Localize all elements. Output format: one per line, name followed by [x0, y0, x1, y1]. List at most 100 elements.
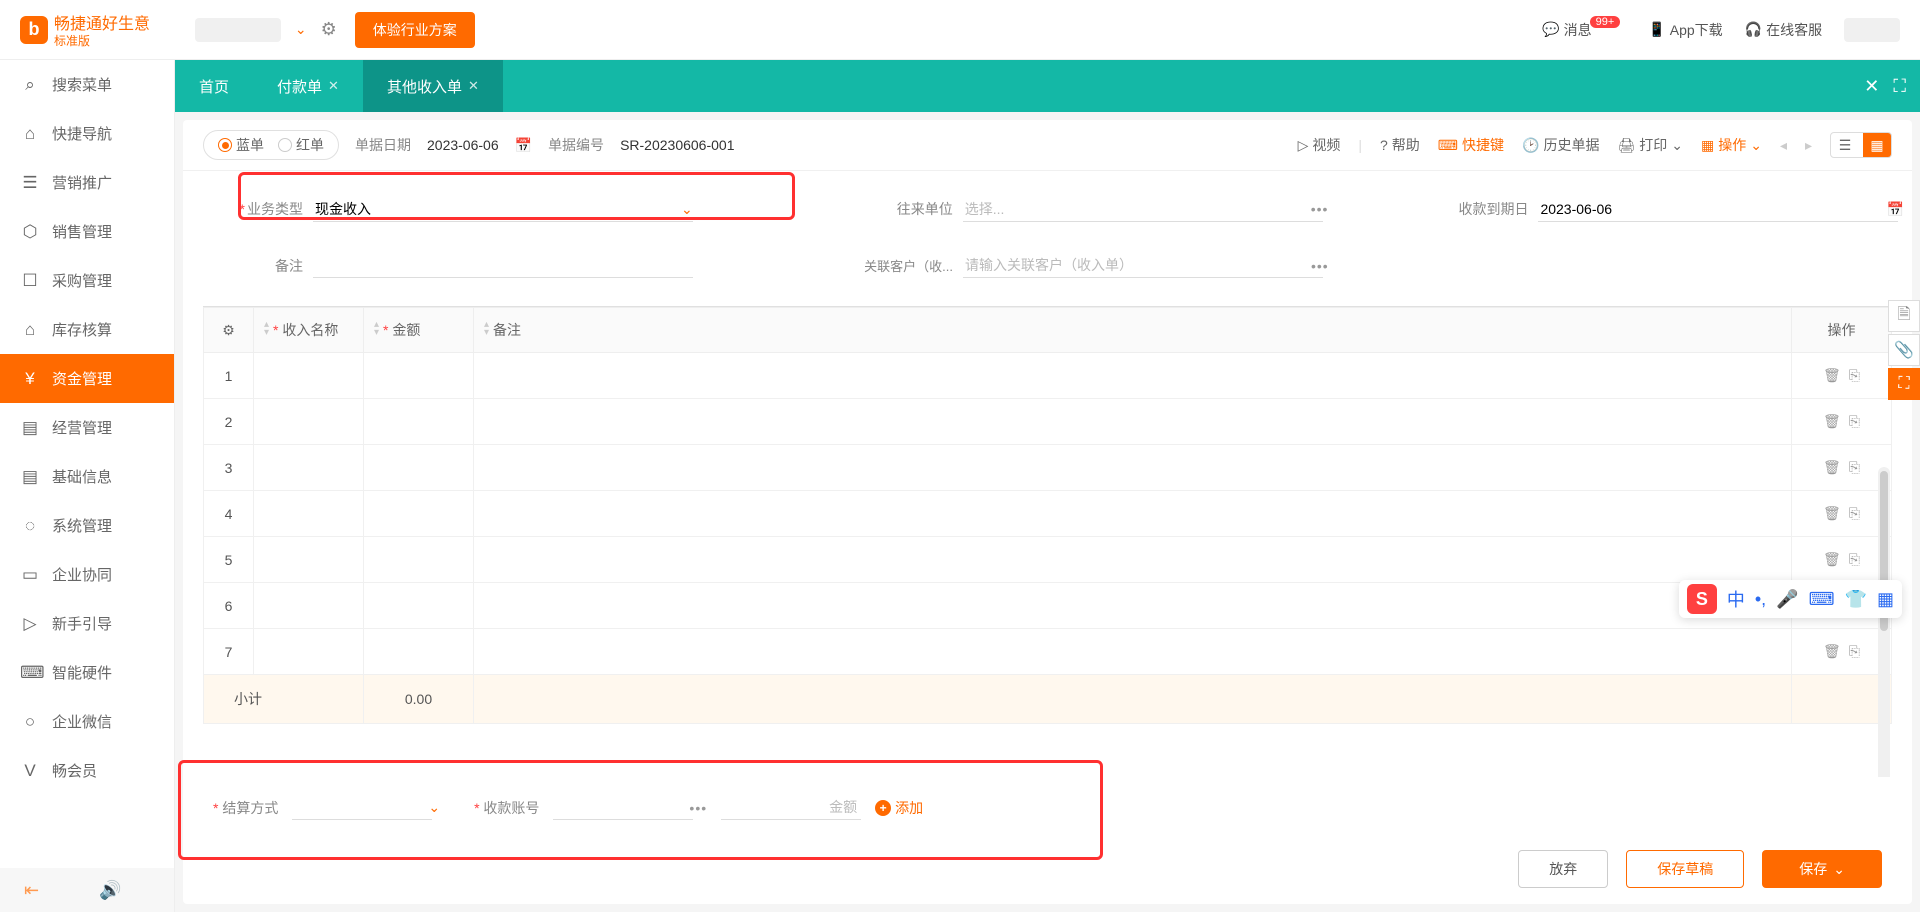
sidebar-item-7[interactable]: ▤经营管理	[0, 403, 174, 452]
video-link[interactable]: ▷视频	[1298, 135, 1341, 155]
tab[interactable]: 首页	[175, 60, 253, 112]
table-row[interactable]: 5🗑⎘	[204, 537, 1892, 583]
history-link[interactable]: 🕑历史单据	[1522, 135, 1599, 155]
ime-keyboard-icon[interactable]: ⌨	[1809, 589, 1835, 610]
copy-icon[interactable]: ⎘	[1849, 551, 1860, 567]
prev-icon[interactable]: ◂	[1780, 137, 1787, 154]
biz-type-input[interactable]	[313, 197, 693, 222]
print-link[interactable]: 🖨打印⌄	[1617, 135, 1683, 155]
delete-icon[interactable]: 🗑	[1823, 413, 1841, 429]
radio-blue[interactable]: 蓝单	[218, 135, 264, 155]
more-icon[interactable]: •••	[1311, 258, 1329, 274]
account-input[interactable]	[553, 795, 693, 820]
save-button[interactable]: 保存⌄	[1762, 850, 1882, 888]
scrollbar[interactable]	[1878, 467, 1890, 777]
sidebar-item-2[interactable]: ☰营销推广	[0, 158, 174, 207]
calendar-icon[interactable]: 📅	[1886, 201, 1903, 218]
due-input[interactable]	[1538, 197, 1898, 222]
more-icon[interactable]: •••	[689, 800, 707, 816]
table-row[interactable]: 1🗑⎘	[204, 353, 1892, 399]
ime-shirt-icon[interactable]: 👕	[1845, 589, 1867, 610]
collapse-icon[interactable]: ⇤	[24, 880, 39, 901]
close-tab-icon[interactable]: ✕	[1860, 72, 1883, 101]
copy-icon[interactable]: ⎘	[1849, 643, 1860, 659]
chevron-down-icon[interactable]: ⌄	[681, 201, 693, 218]
more-icon[interactable]: •••	[1311, 201, 1329, 217]
ime-mic-icon[interactable]: 🎤	[1776, 589, 1798, 610]
chevron-down-icon[interactable]: ⌄	[295, 21, 307, 38]
method-input[interactable]	[292, 795, 432, 820]
abandon-button[interactable]: 放弃	[1518, 850, 1608, 888]
sidebar-item-10[interactable]: ▭企业协同	[0, 550, 174, 599]
table-row[interactable]: 4🗑⎘	[204, 491, 1892, 537]
sidebar-item-3[interactable]: ⬡销售管理	[0, 207, 174, 256]
sidebar-item-6[interactable]: ¥资金管理	[0, 354, 174, 403]
partner-input[interactable]	[963, 197, 1323, 222]
close-icon[interactable]: ✕	[468, 78, 479, 94]
expand-icon[interactable]: ⛶	[1888, 368, 1920, 400]
close-icon[interactable]: ✕	[328, 78, 339, 94]
clip-icon[interactable]: 📎	[1888, 334, 1920, 366]
support-link[interactable]: 🎧 在线客服	[1745, 20, 1822, 40]
calendar-icon[interactable]: 📅	[515, 137, 532, 154]
add-link[interactable]: + 添加	[875, 798, 923, 818]
copy-icon[interactable]: ⎘	[1849, 413, 1860, 429]
trial-button[interactable]: 体验行业方案	[355, 12, 475, 48]
biz-type-label: *业务类型	[213, 199, 303, 219]
col-name[interactable]: ▴▾* 收入名称	[254, 308, 364, 353]
delete-icon[interactable]: 🗑	[1823, 459, 1841, 475]
sidebar-item-12[interactable]: ⌨智能硬件	[0, 648, 174, 697]
fullscreen-icon[interactable]: ⛶	[1889, 72, 1910, 101]
table-row[interactable]: 3🗑⎘	[204, 445, 1892, 491]
col-amount[interactable]: ▴▾* 金额	[364, 308, 474, 353]
list-view-icon[interactable]: ☰	[1831, 133, 1859, 157]
table-row[interactable]: 2🗑⎘	[204, 399, 1892, 445]
gear-icon[interactable]: ⚙	[321, 19, 337, 40]
copy-icon[interactable]: ⎘	[1849, 367, 1860, 383]
copy-icon[interactable]: ⎘	[1849, 505, 1860, 521]
col-gear[interactable]: ⚙	[204, 308, 254, 353]
sidebar-item-14[interactable]: V畅会员	[0, 746, 174, 795]
ime-grid-icon[interactable]: ▦	[1877, 589, 1894, 610]
chevron-down-icon[interactable]: ⌄	[428, 799, 440, 816]
company-selector[interactable]	[195, 18, 281, 42]
next-icon[interactable]: ▸	[1805, 137, 1812, 154]
help-link[interactable]: ?帮助	[1380, 135, 1420, 155]
sidebar-item-4[interactable]: ☐采购管理	[0, 256, 174, 305]
delete-icon[interactable]: 🗑	[1823, 643, 1841, 659]
user-menu[interactable]	[1844, 18, 1900, 42]
ime-dot-icon[interactable]: •,	[1755, 589, 1766, 610]
sidebar-item-13[interactable]: ○企业微信	[0, 697, 174, 746]
operate-link[interactable]: ▦操作⌄	[1701, 135, 1762, 155]
sidebar-item-1[interactable]: ⌂快捷导航	[0, 109, 174, 158]
sidebar-item-11[interactable]: ▷新手引导	[0, 599, 174, 648]
table-row[interactable]: 6🗑⎘	[204, 583, 1892, 629]
table-row[interactable]: 7🗑⎘	[204, 629, 1892, 675]
app-download-link[interactable]: 📱 App下载	[1648, 20, 1722, 40]
radio-red[interactable]: 红单	[278, 135, 324, 155]
delete-icon[interactable]: 🗑	[1823, 551, 1841, 567]
date-value[interactable]: 2023-06-06	[427, 137, 499, 153]
card-view-icon[interactable]: ▦	[1863, 133, 1891, 157]
sidebar-item-0[interactable]: ⌕搜索菜单	[0, 60, 174, 109]
ime-toolbar[interactable]: S 中 •, 🎤 ⌨ 👕 ▦	[1679, 580, 1902, 618]
save-draft-button[interactable]: 保存草稿	[1626, 850, 1744, 888]
shortcut-link[interactable]: ⌨快捷键	[1438, 135, 1504, 155]
remark-input[interactable]	[313, 253, 693, 278]
tab[interactable]: 其他收入单✕	[363, 60, 503, 112]
delete-icon[interactable]: 🗑	[1823, 367, 1841, 383]
amount-input[interactable]	[721, 795, 861, 820]
menu-icon: ▷	[20, 614, 40, 634]
sidebar-item-8[interactable]: ▤基础信息	[0, 452, 174, 501]
sidebar-item-5[interactable]: ⌂库存核算	[0, 305, 174, 354]
copy-icon[interactable]: ⎘	[1849, 459, 1860, 475]
note-icon[interactable]: 🗎	[1888, 300, 1920, 332]
messages-link[interactable]: 💬 消息 99+	[1542, 20, 1626, 40]
col-remark[interactable]: ▴▾备注	[474, 308, 1792, 353]
delete-icon[interactable]: 🗑	[1823, 505, 1841, 521]
customer-input[interactable]	[963, 253, 1323, 278]
tab[interactable]: 付款单✕	[253, 60, 363, 112]
sound-icon[interactable]: 🔊	[99, 880, 121, 901]
sidebar-item-9[interactable]: ◌系统管理	[0, 501, 174, 550]
ime-lang-icon[interactable]: 中	[1727, 586, 1745, 612]
